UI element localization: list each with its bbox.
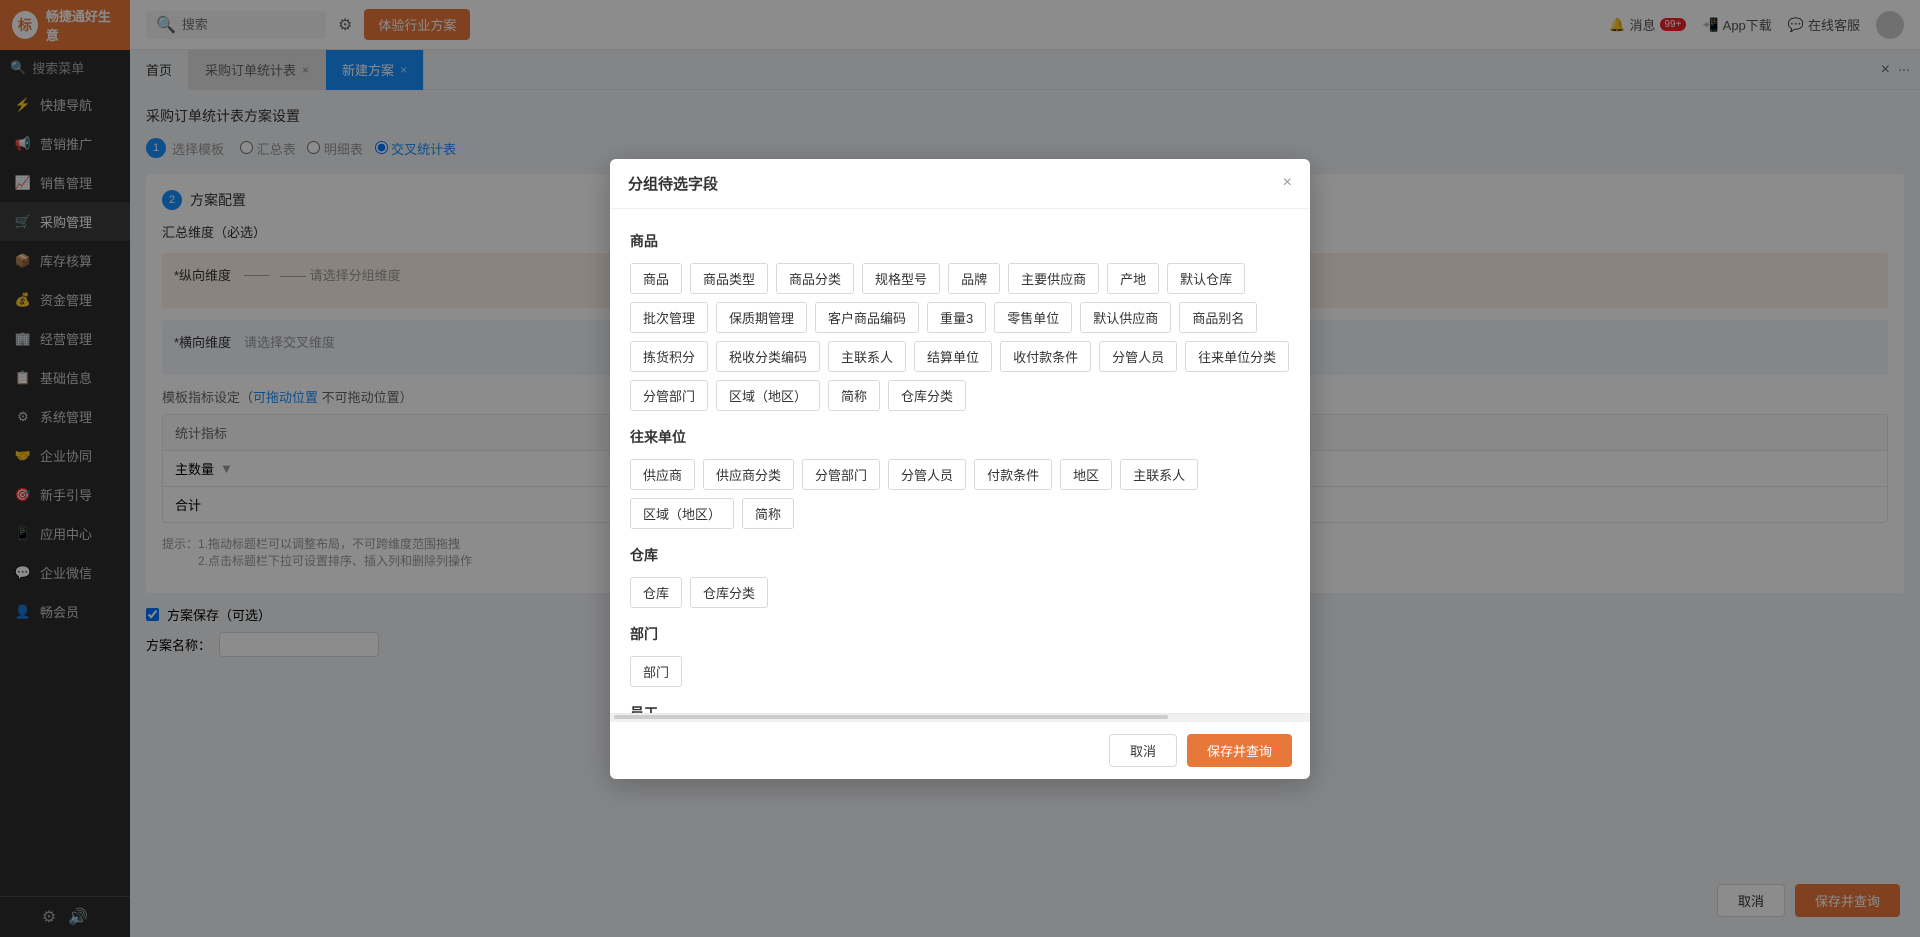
- tag-phjf[interactable]: 拣货积分: [630, 341, 708, 372]
- tag-ck[interactable]: 仓库: [630, 577, 682, 608]
- tag-gys[interactable]: 供应商: [630, 459, 695, 490]
- section-title-warehouse: 仓库: [630, 545, 1290, 565]
- section-title-department: 部门: [630, 624, 1290, 644]
- tag-sssflbm[interactable]: 税收分类编码: [716, 341, 820, 372]
- tag-fgbm2[interactable]: 分管部门: [802, 459, 880, 490]
- tag-ckfl[interactable]: 仓库分类: [888, 380, 966, 411]
- modal-header: 分组待选字段 ×: [610, 159, 1310, 209]
- tag-pp[interactable]: 品牌: [948, 263, 1000, 294]
- tag-group-counterpart: 供应商 供应商分类 分管部门 分管人员 付款条件 地区 主联系人 区域（地区） …: [630, 459, 1290, 529]
- tag-zlxsr[interactable]: 主联系人: [828, 341, 906, 372]
- tag-spfl[interactable]: 商品分类: [776, 263, 854, 294]
- tag-jsdw[interactable]: 结算单位: [914, 341, 992, 372]
- tag-fktj[interactable]: 收付款条件: [1000, 341, 1091, 372]
- modal-body: 商品 商品 商品类型 商品分类 规格型号 品牌 主要供应商 产地 默认仓库 批次…: [610, 209, 1310, 714]
- section-title-employee: 员工: [630, 703, 1290, 714]
- scrollbar-thumb-h: [614, 715, 1168, 719]
- modal-close-button[interactable]: ×: [1283, 174, 1292, 192]
- tag-fgbm[interactable]: 分管部门: [630, 380, 708, 411]
- tag-group-warehouse: 仓库 仓库分类: [630, 577, 1290, 608]
- modal-horizontal-scrollbar[interactable]: [610, 713, 1310, 720]
- tag-lsdw[interactable]: 零售单位: [994, 302, 1072, 333]
- tag-gysfl[interactable]: 供应商分类: [703, 459, 794, 490]
- tag-dq[interactable]: 地区: [1060, 459, 1112, 490]
- tag-fgry[interactable]: 分管人员: [1099, 341, 1177, 372]
- tag-ckfl2[interactable]: 仓库分类: [690, 577, 768, 608]
- tag-spbm[interactable]: 商品别名: [1179, 302, 1257, 333]
- tag-qydq[interactable]: 区域（地区）: [716, 380, 820, 411]
- tag-fgry2[interactable]: 分管人员: [888, 459, 966, 490]
- tag-pcgl[interactable]: 批次管理: [630, 302, 708, 333]
- tag-cd[interactable]: 产地: [1107, 263, 1159, 294]
- tag-qydq2[interactable]: 区域（地区）: [630, 498, 734, 529]
- tag-bm[interactable]: 部门: [630, 656, 682, 687]
- tag-bzqgl[interactable]: 保质期管理: [716, 302, 807, 333]
- tag-mrgys[interactable]: 默认供应商: [1080, 302, 1171, 333]
- tag-mrck[interactable]: 默认仓库: [1167, 263, 1245, 294]
- tag-jc2[interactable]: 简称: [742, 498, 794, 529]
- tag-fktj2[interactable]: 付款条件: [974, 459, 1052, 490]
- tag-ggxh[interactable]: 规格型号: [862, 263, 940, 294]
- modal-confirm-button[interactable]: 保存并查询: [1187, 734, 1292, 767]
- tag-group-product: 商品 商品类型 商品分类 规格型号 品牌 主要供应商 产地 默认仓库 批次管理 …: [630, 263, 1290, 411]
- tag-group-department: 部门: [630, 656, 1290, 687]
- modal-footer: 取消 保存并查询: [610, 721, 1310, 779]
- section-title-counterpart: 往来单位: [630, 427, 1290, 447]
- modal: 分组待选字段 × 商品 商品 商品类型 商品分类 规格型号 品牌 主要供应商 产…: [610, 159, 1310, 779]
- modal-title: 分组待选字段: [628, 173, 718, 194]
- tag-zl3[interactable]: 重量3: [927, 302, 986, 333]
- modal-cancel-button[interactable]: 取消: [1109, 734, 1177, 767]
- tag-splx[interactable]: 商品类型: [690, 263, 768, 294]
- section-title-product: 商品: [630, 231, 1290, 251]
- modal-overlay: 分组待选字段 × 商品 商品 商品类型 商品分类 规格型号 品牌 主要供应商 产…: [0, 0, 1920, 937]
- tag-zygys[interactable]: 主要供应商: [1008, 263, 1099, 294]
- tag-zlxsr2[interactable]: 主联系人: [1120, 459, 1198, 490]
- tag-jc[interactable]: 简称: [828, 380, 880, 411]
- tag-khspbm[interactable]: 客户商品编码: [815, 302, 919, 333]
- tag-sp[interactable]: 商品: [630, 263, 682, 294]
- tag-lwdwfl[interactable]: 往来单位分类: [1185, 341, 1289, 372]
